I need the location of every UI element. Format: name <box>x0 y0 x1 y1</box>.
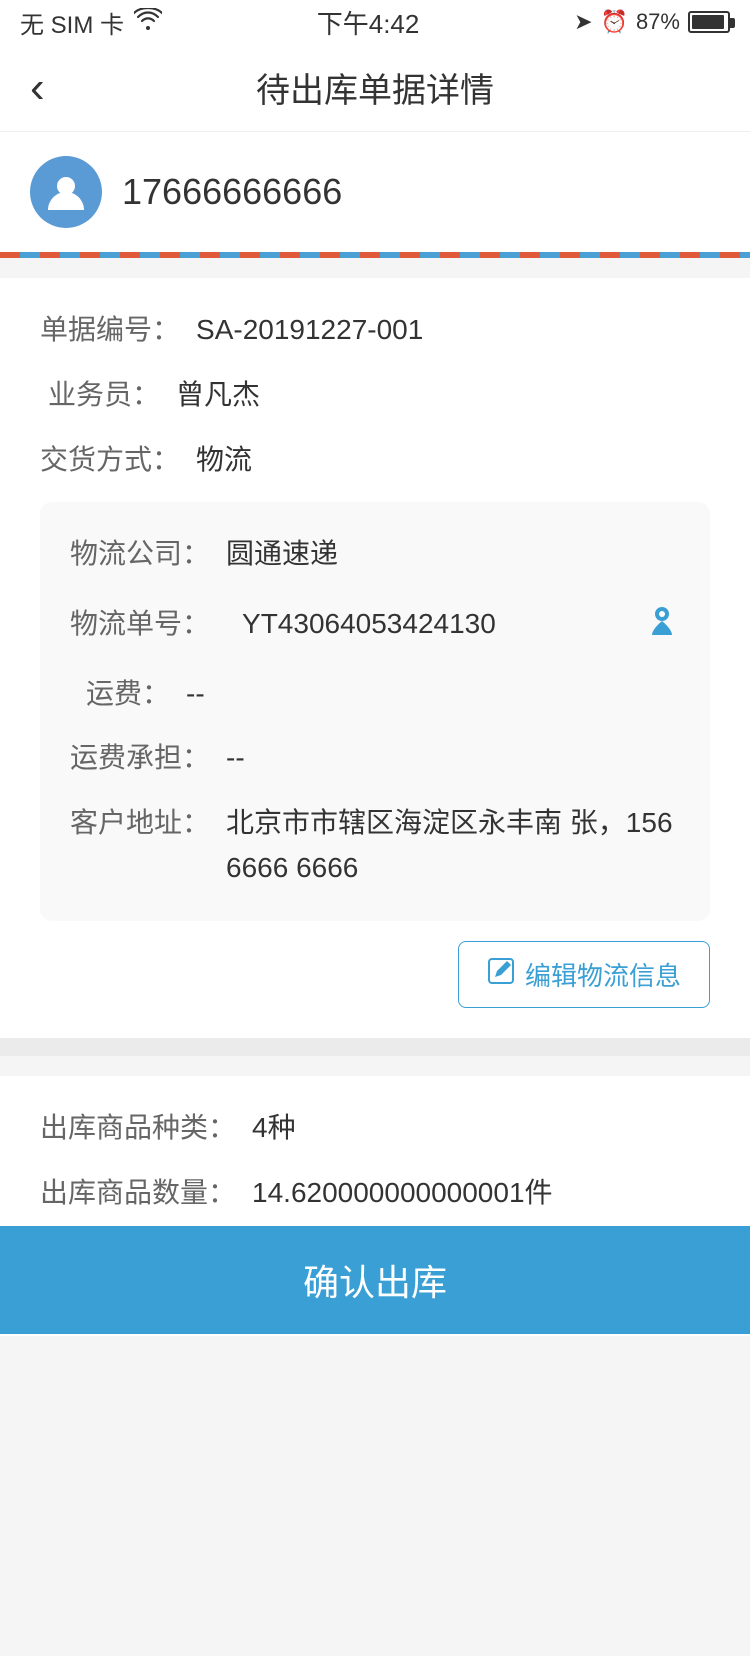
address-label: 客户地址： <box>70 801 210 846</box>
location-pin-icon[interactable] <box>644 597 680 651</box>
delivery-method-label: 交货方式： <box>40 438 180 483</box>
logistics-company-label: 物流公司： <box>70 532 210 577</box>
freight-bearer-row: 运费承担： -- <box>70 736 680 781</box>
location-arrow-icon: ➤ <box>574 9 592 35</box>
doc-number-row: 单据编号： SA-20191227-001 <box>40 308 710 353</box>
alarm-icon: ⏰ <box>601 9 628 35</box>
goods-qty-label: 出库商品数量： <box>40 1171 236 1216</box>
logistics-company-row: 物流公司： 圆通速递 <box>70 532 680 577</box>
back-button[interactable]: ‹ <box>30 63 45 113</box>
freight-label: 运费： <box>70 672 170 717</box>
customer-header: 17666666666 <box>0 132 750 252</box>
carrier-label: 无 SIM 卡 <box>20 5 124 40</box>
page-title: 待出库单据详情 <box>256 63 494 112</box>
section-divider <box>0 1038 750 1056</box>
freight-bearer-value: -- <box>226 736 680 781</box>
battery-label: 87% <box>636 9 680 35</box>
goods-type-value: 4种 <box>252 1106 710 1151</box>
edit-icon <box>487 957 515 992</box>
battery-icon <box>688 11 730 33</box>
wifi-icon <box>134 8 162 37</box>
doc-number-value: SA-20191227-001 <box>196 308 710 353</box>
freight-row: 运费： -- <box>70 672 680 717</box>
dashed-divider <box>0 252 750 258</box>
freight-bearer-label: 运费承担： <box>70 736 210 781</box>
logistics-company-value: 圆通速递 <box>226 532 680 577</box>
freight-value: -- <box>186 672 680 717</box>
status-left: 无 SIM 卡 <box>20 5 162 40</box>
delivery-method-row: 交货方式： 物流 <box>40 438 710 483</box>
status-bar: 无 SIM 卡 下午4:42 ➤ ⏰ 87% <box>0 0 750 44</box>
address-row: 客户地址： 北京市市辖区海淀区永丰南 张，156 6666 6666 <box>70 801 680 891</box>
basic-info-section: 单据编号： SA-20191227-001 业务员： 曾凡杰 交货方式： 物流 … <box>0 278 750 1038</box>
confirm-button-label: 确认出库 <box>303 1254 447 1306</box>
address-value: 北京市市辖区海淀区永丰南 张，156 6666 6666 <box>226 801 680 891</box>
bottom-spacer <box>0 1536 750 1656</box>
salesperson-row: 业务员： 曾凡杰 <box>40 373 710 418</box>
tracking-value: YT43064053424130 <box>242 602 618 647</box>
tracking-label: 物流单号： <box>70 602 210 647</box>
tracking-row: 物流单号： YT43064053424130 <box>70 597 680 651</box>
logistics-card: 物流公司： 圆通速递 物流单号： YT43064053424130 运费： --… <box>40 502 710 920</box>
delivery-method-value: 物流 <box>196 438 710 483</box>
edit-logistics-label: 编辑物流信息 <box>525 956 681 993</box>
edit-logistics-area: 编辑物流信息 <box>40 941 710 1008</box>
salesperson-value: 曾凡杰 <box>176 373 710 418</box>
goods-type-label: 出库商品种类： <box>40 1106 236 1151</box>
time-label: 下午4:42 <box>317 4 420 41</box>
goods-qty-value: 14.620000000000001件 <box>252 1171 710 1216</box>
customer-phone: 17666666666 <box>122 171 342 213</box>
salesperson-label: 业务员： <box>40 373 160 418</box>
edit-logistics-button[interactable]: 编辑物流信息 <box>458 941 710 1008</box>
goods-type-row: 出库商品种类： 4种 <box>40 1106 710 1151</box>
avatar <box>30 156 102 228</box>
goods-qty-row: 出库商品数量： 14.620000000000001件 <box>40 1171 710 1216</box>
grey-area <box>0 1336 750 1536</box>
status-right: ➤ ⏰ 87% <box>574 9 730 35</box>
confirm-button-area[interactable]: 确认出库 <box>0 1226 750 1334</box>
nav-bar: ‹ 待出库单据详情 <box>0 44 750 132</box>
doc-number-label: 单据编号： <box>40 308 180 353</box>
